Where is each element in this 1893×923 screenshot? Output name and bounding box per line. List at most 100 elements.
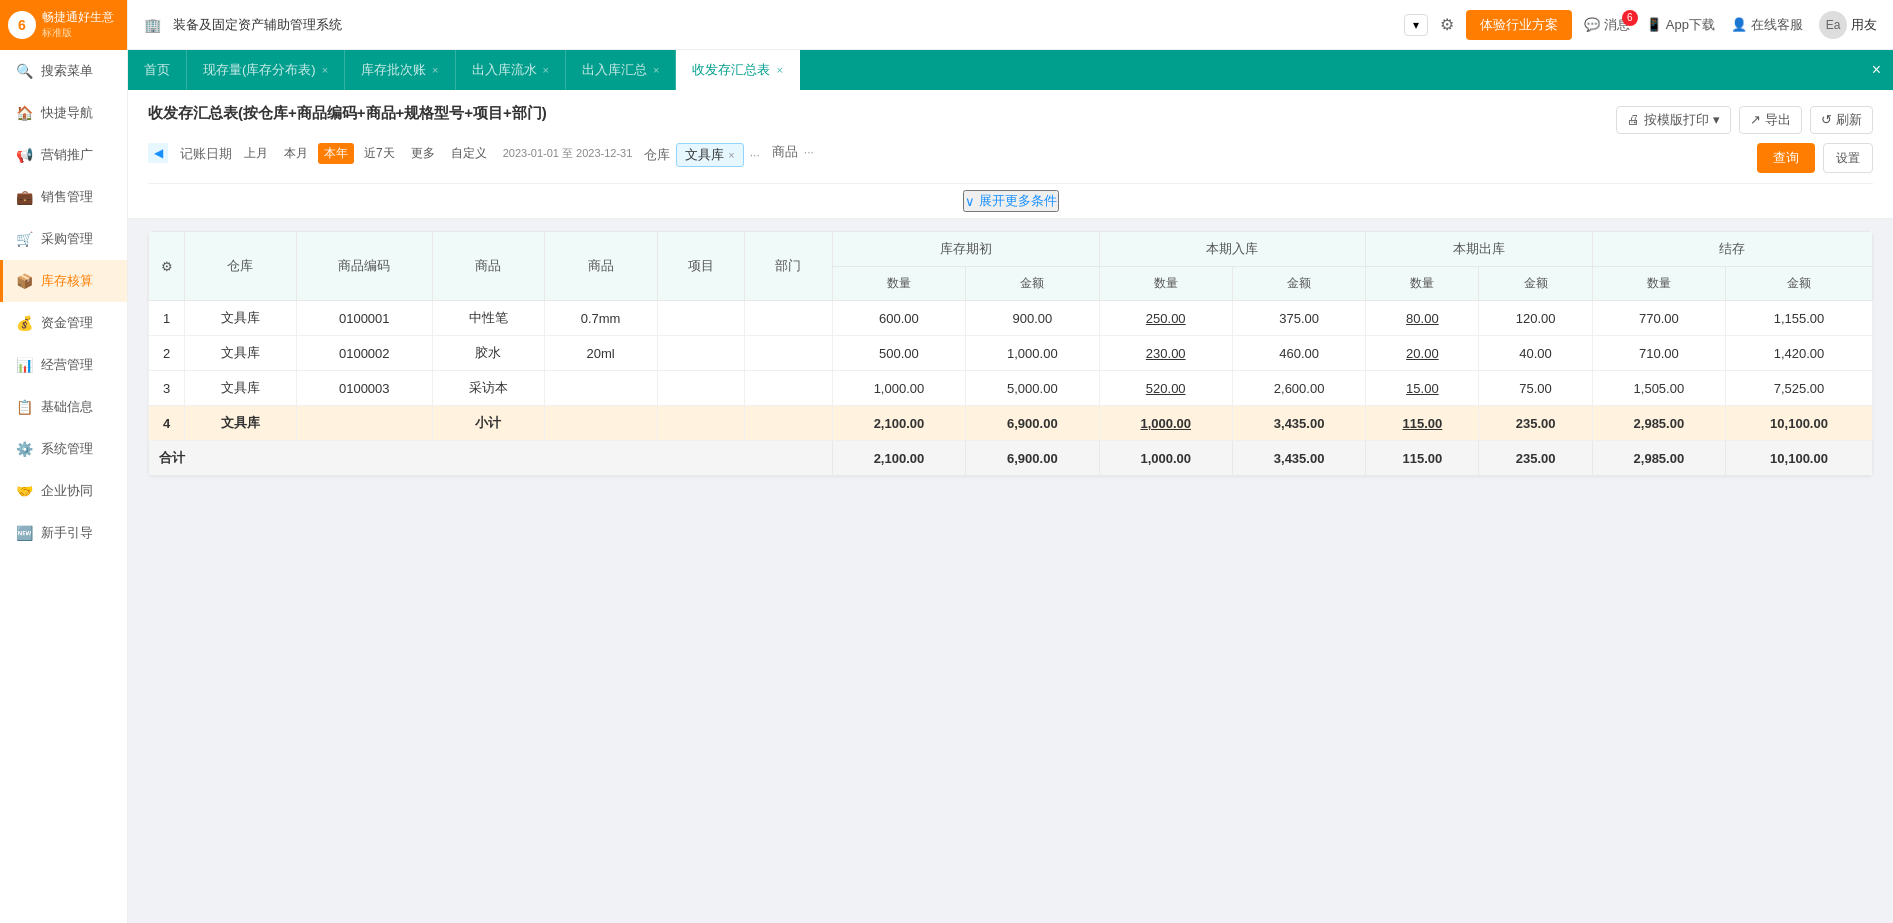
date-option-本年[interactable]: 本年 xyxy=(318,143,354,164)
footer-in-amt: 3,435.00 xyxy=(1232,441,1365,476)
sidebar-item-enterprise[interactable]: 🤝企业协同 xyxy=(0,470,127,512)
cell-in-qty[interactable]: 1,000.00 xyxy=(1099,406,1232,441)
cell-in-qty[interactable]: 520.00 xyxy=(1099,371,1232,406)
filter-settings-button[interactable]: 设置 xyxy=(1823,143,1873,173)
col-spec-header: 商品 xyxy=(544,232,657,301)
sidebar-item-inventory[interactable]: 📦库存核算 xyxy=(0,260,127,302)
sidebar-item-quick-nav[interactable]: 🏠快捷导航 xyxy=(0,92,127,134)
warehouse-more-button[interactable]: ··· xyxy=(750,148,760,162)
experience-button[interactable]: 体验行业方案 xyxy=(1466,10,1572,40)
table-header-row-1: ⚙ 仓库 商品编码 商品 商品 项目 部门 库存期初 本期入库 本期出库 结存 xyxy=(149,232,1873,267)
app-subtitle: 标准版 xyxy=(42,26,114,40)
tab-close-flow[interactable]: × xyxy=(543,64,549,76)
tab-collection[interactable]: 收发存汇总表× xyxy=(676,50,799,90)
sidebar-item-label-sales: 销售管理 xyxy=(41,188,93,206)
settings-icon[interactable]: ⚙ xyxy=(1440,15,1454,34)
cell-init-amt: 6,900.00 xyxy=(966,406,1099,441)
warehouse-filter-label: 仓库 xyxy=(644,146,670,164)
app-download-button[interactable]: 📱 App下载 xyxy=(1646,16,1715,34)
cell-dept xyxy=(745,301,833,336)
tab-close-batch[interactable]: × xyxy=(432,64,438,76)
cell-goods: 胶水 xyxy=(432,336,544,371)
basic-icon: 📋 xyxy=(15,399,33,415)
sidebar-item-label-system: 系统管理 xyxy=(41,440,93,458)
cell-out-qty[interactable]: 115.00 xyxy=(1366,406,1479,441)
sidebar-item-label-search: 搜索菜单 xyxy=(41,62,93,80)
date-option-近7天[interactable]: 近7天 xyxy=(358,143,401,164)
expand-conditions-button[interactable]: ∨ 展开更多条件 xyxy=(963,190,1059,212)
date-option-本月[interactable]: 本月 xyxy=(278,143,314,164)
cell-in-qty[interactable]: 250.00 xyxy=(1099,301,1232,336)
sidebar-item-marketing[interactable]: 📢营销推广 xyxy=(0,134,127,176)
date-option-上月[interactable]: 上月 xyxy=(238,143,274,164)
cell-out-qty[interactable]: 20.00 xyxy=(1366,336,1479,371)
col-init-qty-header: 数量 xyxy=(832,267,965,301)
cell-dept xyxy=(745,406,833,441)
sidebar-item-label-marketing: 营销推广 xyxy=(41,146,93,164)
page-header: 收发存汇总表(按仓库+商品编码+商品+规格型号+项目+部门) 🖨 按模版打印 ▾… xyxy=(128,90,1893,219)
col-out-amt-header: 金额 xyxy=(1479,267,1592,301)
cell-out-qty[interactable]: 15.00 xyxy=(1366,371,1479,406)
online-service-label: 在线客服 xyxy=(1751,16,1803,34)
cell-code: 0100003 xyxy=(296,371,432,406)
sidebar-item-finance[interactable]: 💰资金管理 xyxy=(0,302,127,344)
tab-flow[interactable]: 出入库流水× xyxy=(456,50,566,90)
system-icon: ⚙️ xyxy=(15,441,33,457)
table-footer: 合计 2,100.00 6,900.00 1,000.00 3,435.00 1… xyxy=(149,441,1873,476)
user-menu[interactable]: Ea 用友 xyxy=(1819,11,1877,39)
filter-collapse-button[interactable]: ◀ xyxy=(148,143,168,163)
cell-init-qty: 500.00 xyxy=(832,336,965,371)
export-button[interactable]: ↗ 导出 xyxy=(1739,106,1802,134)
sidebar-item-search[interactable]: 🔍搜索菜单 xyxy=(0,50,127,92)
cell-out-qty[interactable]: 80.00 xyxy=(1366,301,1479,336)
tab-bar-close-button[interactable]: × xyxy=(1860,61,1893,79)
tab-summary[interactable]: 出入库汇总× xyxy=(566,50,676,90)
refresh-button[interactable]: ↺ 刷新 xyxy=(1810,106,1873,134)
cell-in-qty[interactable]: 230.00 xyxy=(1099,336,1232,371)
tab-close-summary[interactable]: × xyxy=(653,64,659,76)
date-filter-group: 记账日期 上月本月本年近7天更多自定义 2023-01-01 至 2023-12… xyxy=(180,143,632,164)
sidebar-item-basic[interactable]: 📋基础信息 xyxy=(0,386,127,428)
tab-stock-dist[interactable]: 现存量(库存分布表)× xyxy=(187,50,345,90)
message-icon: 💬 xyxy=(1584,17,1600,32)
cell-code: 0100002 xyxy=(296,336,432,371)
print-button[interactable]: 🖨 按模版打印 ▾ xyxy=(1616,106,1731,134)
cell-goods: 小计 xyxy=(432,406,544,441)
guide-icon: 🆕 xyxy=(15,525,33,541)
cell-bal-qty: 770.00 xyxy=(1592,301,1725,336)
tab-close-stock-dist[interactable]: × xyxy=(322,64,328,76)
main-area: 🏢 装备及固定资产辅助管理系统 ▾ ⚙ 体验行业方案 💬 消息 6 📱 App下… xyxy=(128,0,1893,923)
warehouse-tag: 文具库 × xyxy=(676,143,743,167)
message-button[interactable]: 💬 消息 6 xyxy=(1584,16,1630,34)
col-settings-header[interactable]: ⚙ xyxy=(149,232,185,301)
sidebar-item-system[interactable]: ⚙️ 系统管理 xyxy=(0,428,127,470)
date-option-自定义[interactable]: 自定义 xyxy=(445,143,493,164)
footer-init-amt: 6,900.00 xyxy=(966,441,1099,476)
sidebar-item-operations[interactable]: 📊经营管理 xyxy=(0,344,127,386)
sidebar-item-label-finance: 资金管理 xyxy=(41,314,93,332)
cell-no: 4 xyxy=(149,406,185,441)
sidebar-item-guide[interactable]: 🆕新手引导 xyxy=(0,512,127,554)
table-row: 3 文具库 0100003 采访本 1,000.00 5,000.00 520.… xyxy=(149,371,1873,406)
service-icon: 👤 xyxy=(1731,17,1747,32)
system-dropdown-button[interactable]: ▾ xyxy=(1404,14,1428,36)
tab-batch[interactable]: 库存批次账× xyxy=(345,50,455,90)
date-option-更多[interactable]: 更多 xyxy=(405,143,441,164)
footer-bal-qty: 2,985.00 xyxy=(1592,441,1725,476)
export-label: 导出 xyxy=(1765,111,1791,129)
online-service-button[interactable]: 👤 在线客服 xyxy=(1731,16,1803,34)
query-button[interactable]: 查询 xyxy=(1757,143,1815,173)
tab-close-collection[interactable]: × xyxy=(776,64,782,76)
sidebar-item-label-purchase: 采购管理 xyxy=(41,230,93,248)
cell-code xyxy=(296,406,432,441)
sidebar-item-purchase[interactable]: 🛒采购管理 xyxy=(0,218,127,260)
sidebar-item-sales[interactable]: 💼销售管理 xyxy=(0,176,127,218)
content-area: 收发存汇总表(按仓库+商品编码+商品+规格型号+项目+部门) 🖨 按模版打印 ▾… xyxy=(128,90,1893,923)
warehouse-tag-close[interactable]: × xyxy=(728,149,734,161)
cell-init-qty: 1,000.00 xyxy=(832,371,965,406)
expand-label: 展开更多条件 xyxy=(979,192,1057,210)
cell-in-amt: 3,435.00 xyxy=(1232,406,1365,441)
page-title: 收发存汇总表(按仓库+商品编码+商品+规格型号+项目+部门) xyxy=(148,104,547,123)
goods-more-button[interactable]: ··· xyxy=(804,145,814,159)
tab-home[interactable]: 首页 xyxy=(128,50,187,90)
